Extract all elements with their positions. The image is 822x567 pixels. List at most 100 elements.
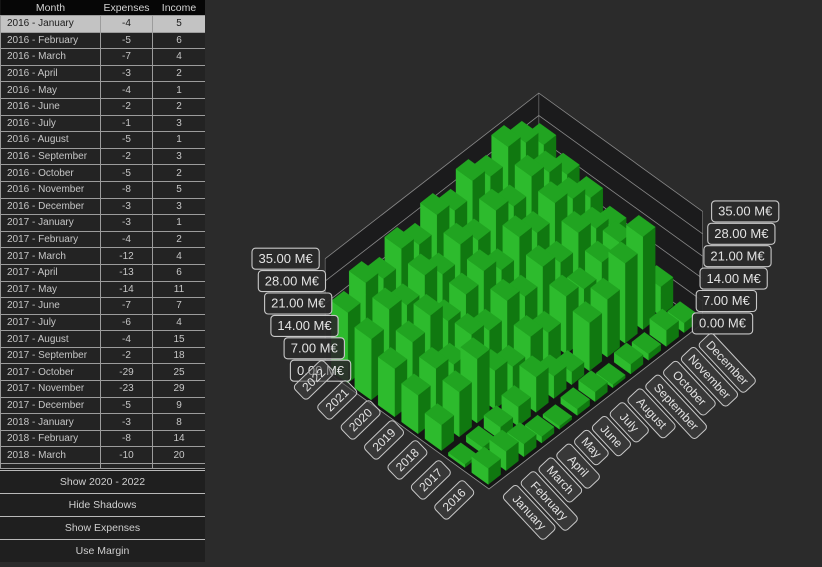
table-row[interactable]: 2017 - October -29 25 [0, 363, 206, 382]
svg-text:21.00 M€: 21.00 M€ [271, 296, 326, 311]
income-cell: 18 [152, 346, 206, 365]
month-cell: 2016 - September [0, 147, 101, 166]
table-row[interactable]: 2016 - November -8 5 [0, 180, 206, 199]
expenses-cell: -3 [100, 64, 153, 83]
table-row[interactable]: 2016 - March -7 4 [0, 48, 206, 66]
column-face-right [476, 348, 490, 424]
table-row[interactable]: 2016 - January -4 5 [0, 15, 206, 33]
expenses-cell: -8 [100, 429, 153, 448]
table-row[interactable]: 2017 - January -3 1 [0, 214, 206, 232]
month-cell: 2016 - July [0, 114, 101, 133]
table-row[interactable]: 2017 - May -14 11 [0, 280, 206, 299]
income-cell: 2 [152, 64, 206, 83]
month-cell: 2017 - January [0, 214, 101, 232]
income-cell: 1 [152, 131, 206, 149]
column-header-month: Month [0, 0, 101, 16]
income-cell: 8 [152, 413, 206, 431]
income-cell: 15 [152, 330, 206, 348]
value-label-right: 0.00 M€ [691, 312, 754, 335]
table-row[interactable]: 2016 - July -1 3 [0, 114, 206, 133]
column-face-right [589, 312, 602, 372]
expenses-cell: -12 [100, 247, 153, 265]
expenses-cell: -2 [100, 97, 153, 116]
value-label-left: 28.00 M€ [257, 270, 327, 293]
value-label-left: 14.00 M€ [270, 314, 339, 337]
income-cell: 2 [152, 97, 206, 116]
expenses-cell: -2 [100, 346, 153, 365]
income-cell: 5 [152, 180, 206, 199]
table-row[interactable]: 2018 - January -3 8 [0, 413, 206, 431]
table-row[interactable]: 2016 - December -3 3 [0, 197, 206, 216]
table-row[interactable]: 2016 - August -5 1 [0, 131, 206, 149]
table-row[interactable]: 2016 - September -2 3 [0, 147, 206, 166]
expenses-cell: -8 [100, 180, 153, 199]
table-row[interactable]: 2016 - May -4 1 [0, 81, 206, 99]
value-label-right: 21.00 M€ [703, 245, 772, 268]
expenses-cell: -14 [100, 280, 153, 299]
month-cell: 2017 - August [0, 330, 101, 348]
use-margin-button[interactable]: Use Margin [0, 539, 205, 562]
app-root: Month Expenses Income 2016 - January -4 5 2… [0, 0, 822, 562]
expenses-cell: -3 [100, 197, 153, 216]
income-cell: 3 [152, 114, 206, 133]
show-expenses-button[interactable]: Show Expenses [0, 516, 205, 539]
expenses-cell: -4 [100, 81, 153, 99]
expenses-cell: -10 [100, 446, 153, 465]
month-cell: 2018 - March [0, 446, 101, 465]
table-row[interactable]: 2017 - September -2 18 [0, 346, 206, 365]
svg-text:14.00 M€: 14.00 M€ [707, 271, 762, 286]
month-cell: 2016 - February [0, 31, 101, 50]
hide-shadows-button[interactable]: Hide Shadows [0, 493, 205, 516]
month-cell: 2016 - November [0, 180, 101, 199]
expenses-cell: -29 [100, 363, 153, 382]
table-row[interactable]: 2016 - October -5 2 [0, 164, 206, 182]
month-cell: 2017 - November [0, 380, 101, 398]
month-cell: 2016 - December [0, 197, 101, 216]
table-row[interactable]: 2018 - March -10 20 [0, 446, 206, 465]
table-row[interactable]: 2016 - February -5 6 [0, 31, 206, 50]
column-header-income: Income [152, 0, 206, 16]
month-cell: 2017 - March [0, 247, 101, 265]
income-cell: 4 [152, 247, 206, 265]
expenses-cell: -5 [100, 131, 153, 149]
month-cell: 2016 - October [0, 164, 101, 182]
expenses-cell: -4 [100, 230, 153, 249]
month-cell: 2017 - April [0, 263, 101, 282]
table-row[interactable]: 2017 - April -13 6 [0, 263, 206, 282]
expenses-cell: -3 [100, 214, 153, 232]
svg-text:7.00 M€: 7.00 M€ [703, 293, 751, 308]
table-row[interactable]: 2016 - June -2 2 [0, 97, 206, 116]
expenses-cell: -23 [100, 380, 153, 398]
table-row[interactable]: 2017 - November -23 29 [0, 380, 206, 398]
column-face-right [642, 226, 656, 330]
expenses-cell: -7 [100, 48, 153, 66]
income-cell: 4 [152, 313, 206, 332]
svg-text:35.00 M€: 35.00 M€ [718, 204, 773, 219]
table-row[interactable]: 2017 - December -5 9 [0, 396, 206, 415]
income-cell: 2 [152, 164, 206, 182]
month-cell: 2016 - June [0, 97, 101, 116]
show-years-button[interactable]: Show 2020 - 2022 [0, 470, 205, 493]
column-header-expenses: Expenses [100, 0, 153, 16]
income-cell: 14 [152, 429, 206, 448]
table-row[interactable]: 2016 - April -3 2 [0, 64, 206, 83]
table-row[interactable]: 2017 - February -4 2 [0, 230, 206, 249]
table-row[interactable]: 2017 - August -4 15 [0, 330, 206, 348]
month-cell: 2017 - February [0, 230, 101, 249]
income-cell: 1 [152, 214, 206, 232]
expenses-cell: -5 [100, 164, 153, 182]
month-cell: 2018 - February [0, 429, 101, 448]
svg-text:21.00 M€: 21.00 M€ [710, 248, 765, 263]
month-cell: 2016 - January [0, 15, 101, 33]
table-row[interactable]: 2017 - March -12 4 [0, 247, 206, 265]
table-row[interactable]: 2017 - June -7 7 [0, 297, 206, 315]
table-header-row: Month Expenses Income [0, 0, 206, 16]
month-cell: 2016 - August [0, 131, 101, 149]
svg-text:0.00 M€: 0.00 M€ [699, 316, 747, 331]
table-row[interactable]: 2018 - February -8 14 [0, 429, 206, 448]
table-row[interactable]: 2017 - July -6 4 [0, 313, 206, 332]
table-gap-row [0, 463, 206, 470]
value-label-left: 35.00 M€ [251, 247, 320, 270]
income-cell: 1 [152, 81, 206, 99]
expenses-cell: -5 [100, 396, 153, 415]
